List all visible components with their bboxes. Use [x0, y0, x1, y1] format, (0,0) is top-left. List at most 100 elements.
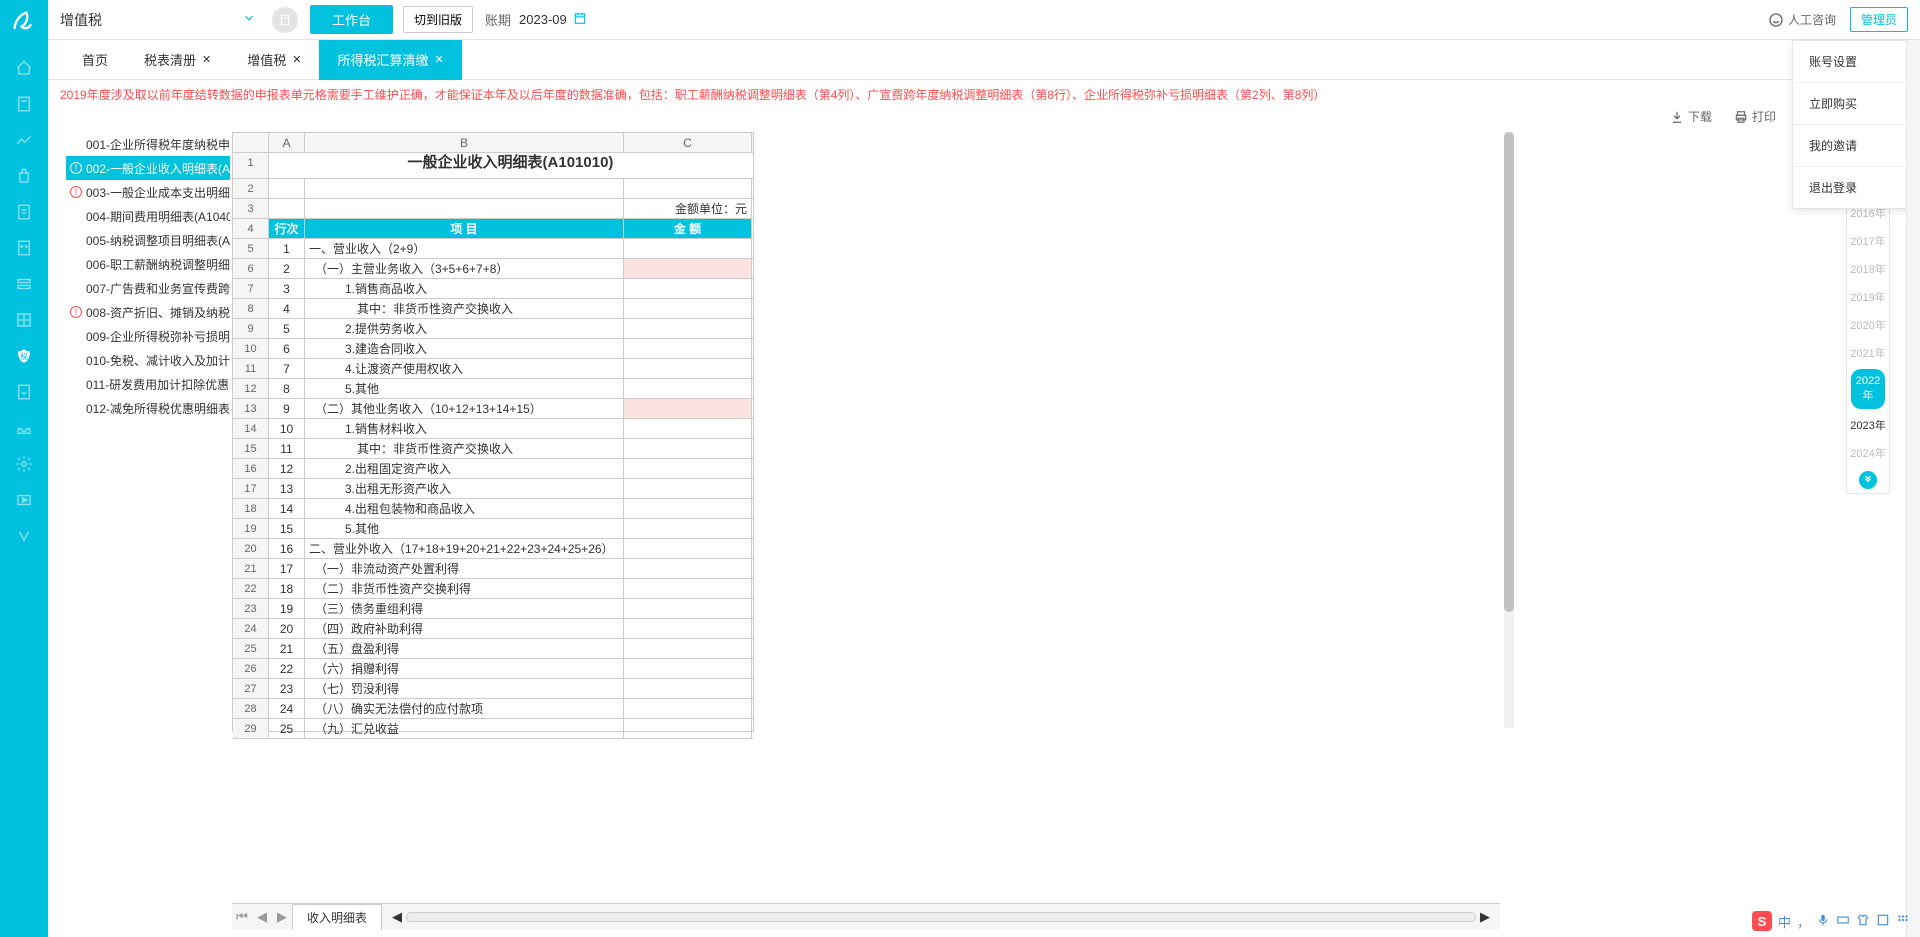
row-value-cell[interactable] [624, 459, 752, 478]
row-value-cell[interactable] [624, 719, 752, 738]
grid-row[interactable]: 1915 5.其他 [233, 519, 753, 539]
grid-row[interactable]: 73 1.销售商品收入 [233, 279, 753, 299]
nav-calc-icon[interactable] [0, 230, 48, 266]
ime-menu-icon[interactable] [1896, 913, 1910, 930]
col-header[interactable]: C [624, 133, 752, 152]
form-item-10[interactable]: 011-研发费用加计扣除优惠... [66, 372, 230, 396]
row-value-cell[interactable] [624, 499, 752, 518]
form-item-3[interactable]: 004-期间费用明细表(A1040... [66, 204, 230, 228]
grid-row[interactable]: 95 2.提供劳务收入 [233, 319, 753, 339]
grid-row[interactable]: 2420 （四）政府补助利得 [233, 619, 753, 639]
tab-3[interactable]: 所得税汇算清缴✕ [319, 40, 461, 80]
row-value-cell[interactable] [624, 439, 752, 458]
nav-bag-icon[interactable] [0, 158, 48, 194]
row-value-cell[interactable] [624, 319, 752, 338]
row-value-cell[interactable] [624, 239, 752, 258]
nav-tax-icon[interactable]: 税 [0, 338, 48, 374]
dropdown-item-2[interactable]: 我的邀请 [1793, 125, 1911, 167]
print-button[interactable]: 打印 [1734, 108, 1776, 125]
grid-row[interactable]: 128 5.其他 [233, 379, 753, 399]
sheet-nav-prev-icon[interactable]: ◀ [252, 909, 272, 925]
row-value-cell[interactable] [624, 679, 752, 698]
tab-close-icon[interactable]: ✕ [435, 53, 444, 66]
form-item-5[interactable]: 006-职工薪酬纳税调整明细... [66, 252, 230, 276]
nav-home-icon[interactable] [0, 50, 48, 86]
grid-row[interactable]: 106 3.建造合同收入 [233, 339, 753, 359]
row-value-cell[interactable] [624, 379, 752, 398]
grid-row[interactable]: 1410 1.销售材料收入 [233, 419, 753, 439]
grid-row[interactable]: 84 其中：非货币性资产交换收入 [233, 299, 753, 319]
year-option[interactable]: 2023年 [1847, 411, 1889, 439]
ime-lang[interactable]: 中 [1778, 912, 1791, 931]
year-option[interactable]: 2017年 [1847, 227, 1889, 255]
form-item-2[interactable]: !003-一般企业成本支出明细... [66, 180, 230, 204]
ime-tool-icon[interactable] [1876, 913, 1890, 930]
form-item-6[interactable]: 007-广告费和业务宣传费跨... [66, 276, 230, 300]
calendar-icon[interactable] [573, 11, 587, 28]
form-item-1[interactable]: !002-一般企业收入明细表(A1... [66, 156, 230, 180]
spreadsheet-grid[interactable]: ABC1一般企业收入明细表(A101010)23金额单位：元4行次项 目金 额5… [232, 132, 754, 732]
row-value-cell[interactable] [624, 519, 752, 538]
nav-v-icon[interactable] [0, 518, 48, 554]
dropdown-item-1[interactable]: 立即购买 [1793, 83, 1911, 125]
ime-skin-icon[interactable] [1856, 913, 1870, 930]
year-option[interactable]: 2021年 [1847, 339, 1889, 367]
grid-row[interactable]: 2824 （八）确实无法偿付的应付款项 [233, 699, 753, 719]
ime-keyboard-icon[interactable] [1836, 913, 1850, 930]
title-dropdown-icon[interactable] [242, 11, 256, 28]
row-value-cell[interactable] [624, 279, 752, 298]
row-value-cell[interactable] [624, 579, 752, 598]
year-option[interactable]: 2019年 [1847, 283, 1889, 311]
row-value-cell[interactable] [624, 659, 752, 678]
grid-row[interactable]: 1612 2.出租固定资产收入 [233, 459, 753, 479]
row-value-cell[interactable] [624, 619, 752, 638]
nav-settings-icon[interactable] [0, 446, 48, 482]
year-option[interactable]: 2024年 [1847, 439, 1889, 467]
grid-row[interactable]: 2319 （三）债务重组利得 [233, 599, 753, 619]
grid-row[interactable]: 1814 4.出租包装物和商品收入 [233, 499, 753, 519]
form-item-8[interactable]: 009-企业所得税弥补亏损明... [66, 324, 230, 348]
form-item-4[interactable]: 005-纳税调整项目明细表(A1... [66, 228, 230, 252]
year-option[interactable]: 2020年 [1847, 311, 1889, 339]
row-value-cell[interactable] [624, 299, 752, 318]
grid-row[interactable]: 2521 （五）盘盈利得 [233, 639, 753, 659]
grid-row[interactable]: 62 （一）主营业务收入（3+5+6+7+8） [233, 259, 753, 279]
sheet-tab[interactable]: 收入明细表 [292, 904, 382, 930]
ime-badge-icon[interactable]: S [1752, 911, 1772, 931]
grid-row[interactable]: 139 （二）其他业务收入（10+12+13+14+15） [233, 399, 753, 419]
admin-button[interactable]: 管理员 [1850, 7, 1908, 32]
row-value-cell[interactable] [624, 539, 752, 558]
tab-close-icon[interactable]: ✕ [202, 53, 211, 66]
row-value-cell[interactable] [624, 699, 752, 718]
download-button[interactable]: 下载 [1670, 108, 1712, 125]
form-item-9[interactable]: 010-免税、减计收入及加计... [66, 348, 230, 372]
grid-row[interactable]: 2218 （二）非货币性资产交换利得 [233, 579, 753, 599]
nav-template-icon[interactable] [0, 266, 48, 302]
tab-1[interactable]: 税表清册✕ [126, 40, 229, 80]
grid-row[interactable]: 51一、营业收入（2+9） [233, 239, 753, 259]
nav-video-icon[interactable] [0, 482, 48, 518]
year-expand-icon[interactable] [1859, 471, 1877, 489]
nav-doc-icon[interactable] [0, 86, 48, 122]
doc-icon[interactable] [272, 7, 298, 33]
col-header[interactable]: B [305, 133, 624, 152]
page-vertical-scrollbar[interactable] [1906, 40, 1920, 937]
row-value-cell[interactable] [624, 399, 752, 418]
form-item-7[interactable]: !008-资产折旧、摊销及纳税... [66, 300, 230, 324]
dropdown-item-0[interactable]: 账号设置 [1793, 41, 1911, 83]
grid-row[interactable]: 1511 其中：非货币性资产交换收入 [233, 439, 753, 459]
nav-inbox-icon[interactable] [0, 410, 48, 446]
ime-punct[interactable]: ， [1797, 912, 1810, 931]
sheet-nav-first-icon[interactable]: ⏮ [232, 909, 252, 925]
nav-chart-icon[interactable] [0, 122, 48, 158]
nav-export-icon[interactable] [0, 374, 48, 410]
row-value-cell[interactable] [624, 359, 752, 378]
ime-mic-icon[interactable] [1816, 913, 1830, 930]
row-value-cell[interactable] [624, 259, 752, 278]
form-item-0[interactable]: 001-企业所得税年度纳税申... [66, 132, 230, 156]
consult-link[interactable]: 人工咨询 [1768, 11, 1836, 28]
nav-grid-icon[interactable] [0, 302, 48, 338]
grid-row[interactable]: 2622 （六）捐赠利得 [233, 659, 753, 679]
sheet-nav-next-icon[interactable]: ▶ [272, 909, 292, 925]
row-value-cell[interactable] [624, 339, 752, 358]
